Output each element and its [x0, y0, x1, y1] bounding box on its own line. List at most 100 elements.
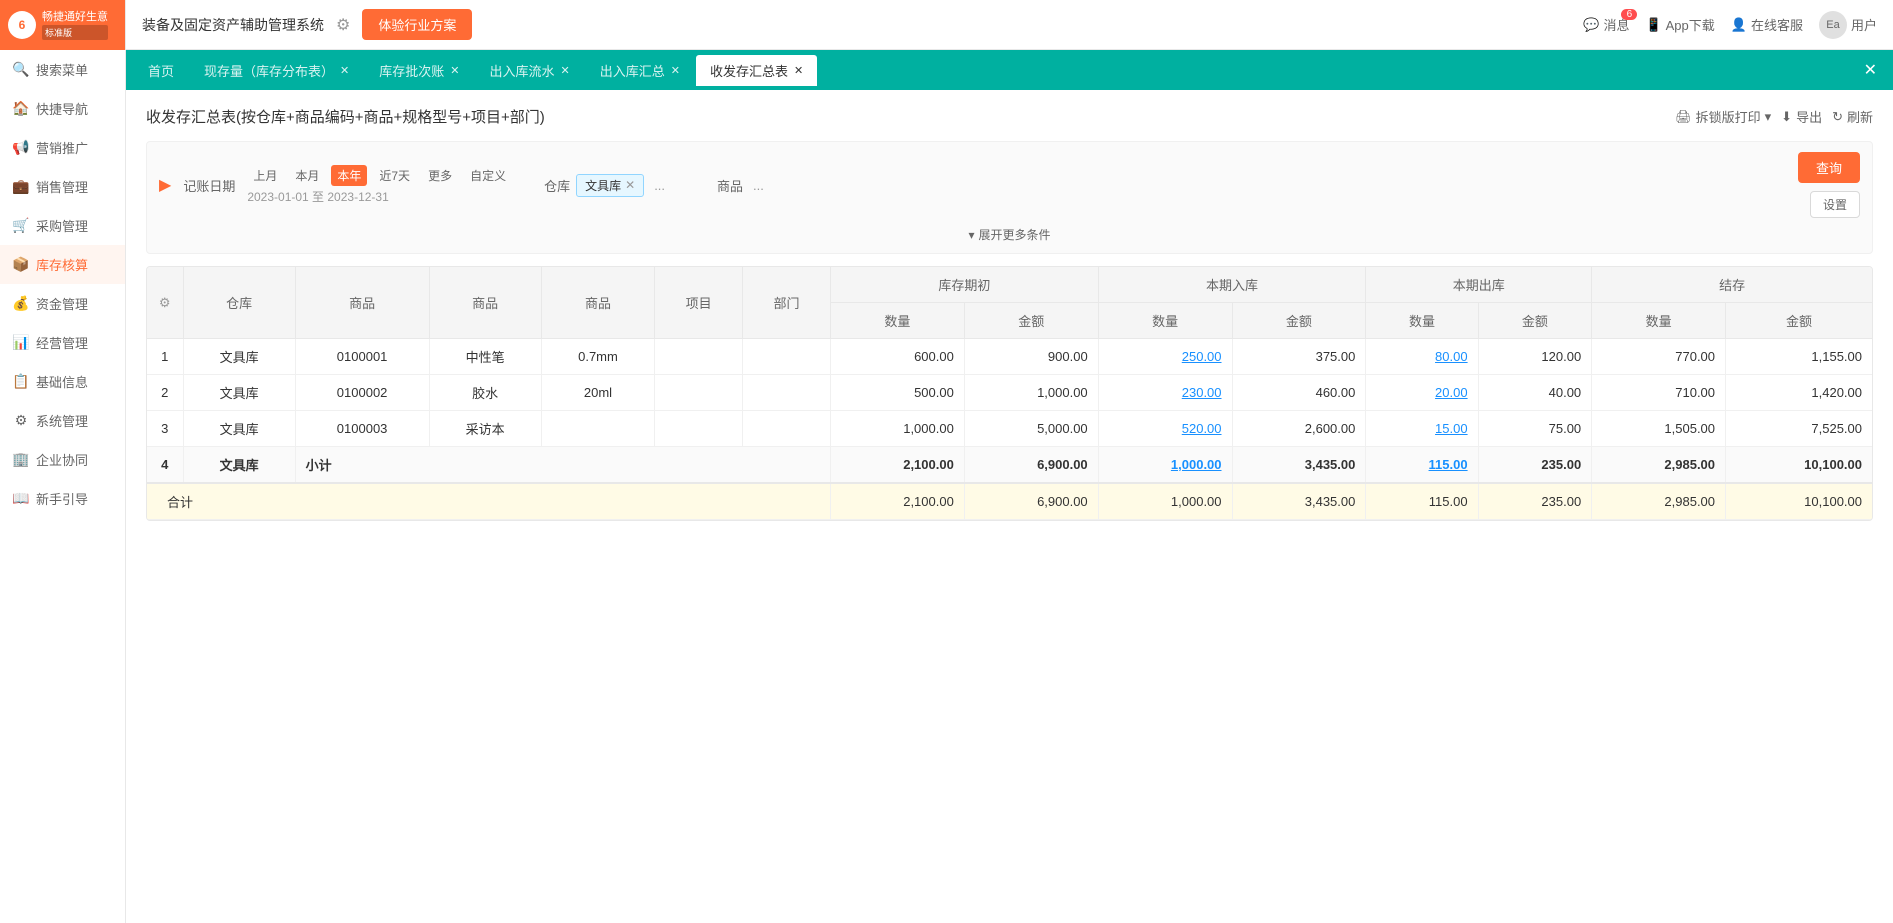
- tab-label-home: 首页: [148, 61, 174, 80]
- message-item[interactable]: 💬 消息 6: [1583, 15, 1629, 34]
- sub-out-amt: 235.00: [1478, 447, 1592, 484]
- table-row: 3 文具库 0100003 采访本 1,000.00 5,000.00 520.…: [147, 411, 1872, 447]
- cell-in-qty[interactable]: 520.00: [1098, 411, 1232, 447]
- th-open-amt: 金额: [964, 303, 1098, 339]
- th-in-amt: 金额: [1232, 303, 1366, 339]
- sub-warehouse: 文具库: [183, 447, 295, 484]
- top-header: 装备及固定资产辅助管理系统 ⚙ 体验行业方案 💬 消息 6 📱 App下载 👤 …: [126, 0, 1893, 50]
- total-label: 合计: [147, 483, 830, 520]
- filter-bar: ▶ 记账日期 上月本月本年近7天更多自定义 2023-01-01 至 2023-…: [146, 141, 1873, 254]
- cell-open-qty: 600.00: [830, 339, 964, 375]
- sidebar-item-search[interactable]: 🔍搜索菜单: [0, 50, 125, 89]
- gear-icon[interactable]: ⚙: [336, 15, 350, 35]
- sidebar-item-purchase[interactable]: 🛒采购管理: [0, 206, 125, 245]
- sidebar-item-enterprise[interactable]: 🏢企业协同: [0, 440, 125, 479]
- tab-close-batch[interactable]: ✕: [450, 64, 459, 77]
- cell-no: 3: [147, 411, 183, 447]
- user-item[interactable]: Ea 用户: [1819, 11, 1877, 39]
- search-icon: 🔍: [12, 61, 30, 78]
- cell-name: 胶水: [429, 375, 541, 411]
- cell-warehouse: 文具库: [183, 375, 295, 411]
- tab-stock-summary[interactable]: 收发存汇总表✕: [696, 55, 817, 86]
- sidebar-item-inventory[interactable]: 📦库存核算: [0, 245, 125, 284]
- tab-close-inout-summary[interactable]: ✕: [671, 64, 680, 77]
- trial-button[interactable]: 体验行业方案: [362, 9, 472, 40]
- query-button[interactable]: 查询: [1798, 152, 1860, 183]
- sidebar: 6 畅捷通好生意 标准版 🔍搜索菜单🏠快捷导航📢营销推广💼销售管理🛒采购管理📦库…: [0, 0, 126, 923]
- tab-label-inout-summary: 出入库汇总: [600, 61, 665, 80]
- cell-project: [655, 375, 743, 411]
- tab-close-stock-summary[interactable]: ✕: [794, 64, 803, 77]
- warehouse-more-icon[interactable]: ...: [654, 178, 665, 193]
- app-download-item[interactable]: 📱 App下载: [1645, 15, 1714, 34]
- tab-inventory-dist[interactable]: 现存量（库存分布表） ✕: [190, 55, 363, 86]
- tab-close-inventory-dist[interactable]: ✕: [340, 64, 349, 77]
- sidebar-logo: 6 畅捷通好生意 标准版: [0, 0, 125, 50]
- goods-label: 商品: [717, 176, 743, 195]
- cell-out-qty[interactable]: 20.00: [1366, 375, 1478, 411]
- cell-open-amt: 900.00: [964, 339, 1098, 375]
- table-row: 1 文具库 0100001 中性笔 0.7mm 600.00 900.00 25…: [147, 339, 1872, 375]
- tab-home[interactable]: 首页: [134, 55, 188, 86]
- tab-inout-summary[interactable]: 出入库汇总 ✕: [586, 55, 694, 86]
- th-open-qty: 数量: [830, 303, 964, 339]
- tab-close-inout-flow[interactable]: ✕: [561, 64, 570, 77]
- filter-row-1: ▶ 记账日期 上月本月本年近7天更多自定义 2023-01-01 至 2023-…: [159, 152, 1860, 218]
- filter-actions: 查询 设置: [1798, 152, 1860, 218]
- sidebar-item-finance[interactable]: 💰资金管理: [0, 284, 125, 323]
- data-table-wrap: ⚙ 仓库 商品 商品 商品 项目 部门 库存期初 本期入库 本期出库 结存: [146, 266, 1873, 521]
- cell-in-qty[interactable]: 230.00: [1098, 375, 1232, 411]
- warehouse-tag-close[interactable]: ✕: [625, 178, 635, 192]
- date-option-近7天[interactable]: 近7天: [373, 165, 416, 186]
- th-goods-name: 商品: [429, 267, 541, 339]
- cell-bal-qty: 1,505.00: [1592, 411, 1726, 447]
- logo-text-wrap: 畅捷通好生意 标准版: [42, 10, 108, 39]
- goods-filter: 商品 ...: [717, 176, 764, 195]
- refresh-button[interactable]: ↻ 刷新: [1832, 107, 1873, 126]
- th-out-amt: 金额: [1478, 303, 1592, 339]
- date-option-本月[interactable]: 本月: [289, 165, 325, 186]
- cell-project: [655, 411, 743, 447]
- tab-inout-flow[interactable]: 出入库流水✕: [475, 55, 583, 86]
- sidebar-item-basic-info[interactable]: 📋基础信息: [0, 362, 125, 401]
- tab-bar-close-icon[interactable]: ✕: [1856, 60, 1885, 80]
- main-area: 装备及固定资产辅助管理系统 ⚙ 体验行业方案 💬 消息 6 📱 App下载 👤 …: [126, 0, 1893, 923]
- cell-out-qty[interactable]: 80.00: [1366, 339, 1478, 375]
- sidebar-item-system[interactable]: ⚙系统管理: [0, 401, 125, 440]
- sidebar-item-operation[interactable]: 📊经营管理: [0, 323, 125, 362]
- online-support-item[interactable]: 👤 在线客服: [1731, 15, 1803, 34]
- cell-in-qty[interactable]: 250.00: [1098, 339, 1232, 375]
- set-button[interactable]: 设置: [1810, 191, 1860, 218]
- date-option-更多[interactable]: 更多: [422, 165, 458, 186]
- print-dropdown-icon: ▾: [1765, 109, 1772, 125]
- filter-collapse-icon[interactable]: ▶: [159, 175, 171, 195]
- tab-label-inventory-dist: 现存量（库存分布表）: [204, 61, 334, 80]
- cell-out-qty[interactable]: 15.00: [1366, 411, 1478, 447]
- cell-bal-qty: 710.00: [1592, 375, 1726, 411]
- th-opening: 库存期初: [830, 267, 1098, 303]
- date-option-自定义[interactable]: 自定义: [464, 165, 512, 186]
- print-icon: 🖨: [1675, 109, 1692, 125]
- date-option-上月[interactable]: 上月: [247, 165, 283, 186]
- filter-expand[interactable]: ▾ 展开更多条件: [159, 226, 1860, 243]
- sidebar-item-quick-nav[interactable]: 🏠快捷导航: [0, 89, 125, 128]
- th-settings[interactable]: ⚙: [147, 267, 183, 339]
- table-body: 1 文具库 0100001 中性笔 0.7mm 600.00 900.00 25…: [147, 339, 1872, 484]
- warehouse-tag[interactable]: 文具库 ✕: [576, 174, 644, 197]
- total-bal-qty: 2,985.00: [1592, 483, 1726, 520]
- export-button[interactable]: ⬇ 导出: [1781, 107, 1822, 126]
- th-out: 本期出库: [1366, 267, 1592, 303]
- total-in-amt: 3,435.00: [1232, 483, 1366, 520]
- th-bal-qty: 数量: [1592, 303, 1726, 339]
- cell-open-amt: 1,000.00: [964, 375, 1098, 411]
- goods-more-icon[interactable]: ...: [753, 178, 764, 193]
- sidebar-item-marketing[interactable]: 📢营销推广: [0, 128, 125, 167]
- total-row: 合计 2,100.00 6,900.00 1,000.00 3,435.00 1…: [147, 483, 1872, 520]
- sidebar-item-sales[interactable]: 💼销售管理: [0, 167, 125, 206]
- message-badge: 6: [1621, 9, 1637, 20]
- date-option-本年[interactable]: 本年: [331, 165, 367, 186]
- th-warehouse: 仓库: [183, 267, 295, 339]
- print-button[interactable]: 🖨 拆锁版打印 ▾: [1675, 107, 1771, 126]
- sidebar-item-newbie[interactable]: 📖新手引导: [0, 479, 125, 518]
- tab-batch[interactable]: 库存批次账✕: [365, 55, 473, 86]
